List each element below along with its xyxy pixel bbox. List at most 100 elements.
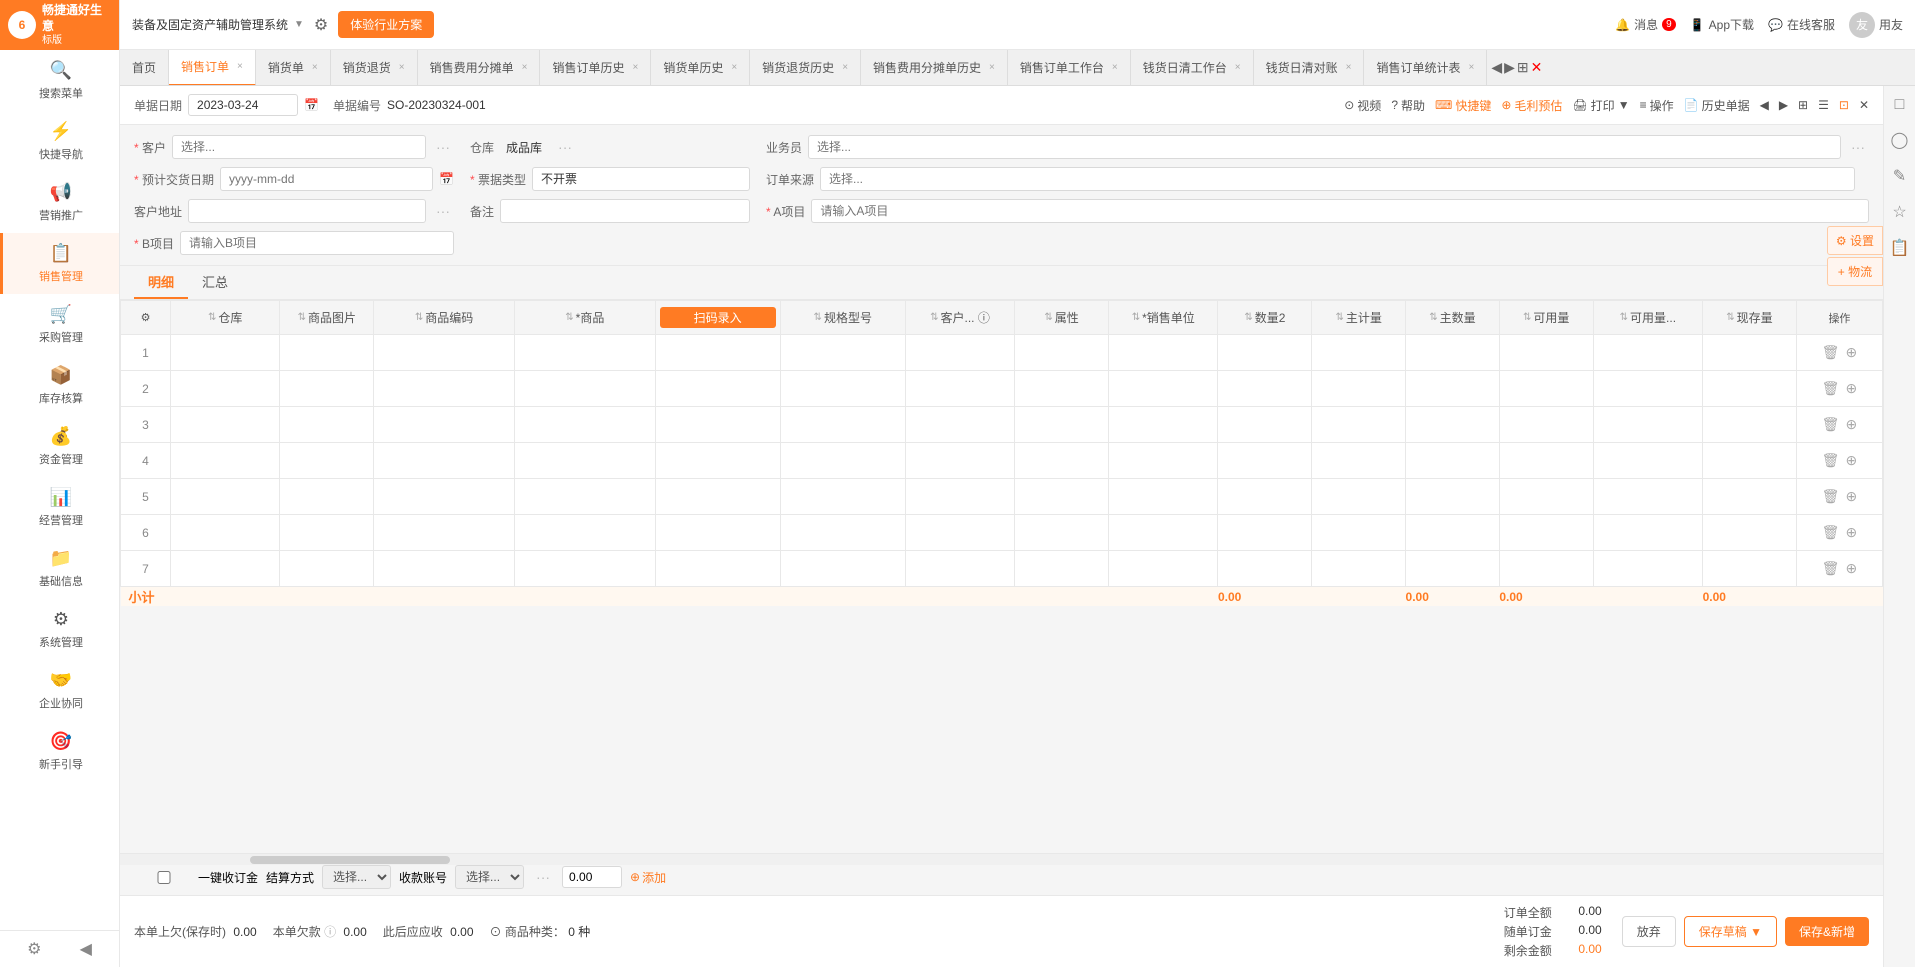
single-date-input[interactable] <box>188 94 298 116</box>
th-warehouse[interactable]: ⇅仓库 <box>171 301 280 335</box>
address-input[interactable] <box>188 199 426 223</box>
th-img[interactable]: ⇅商品图片 <box>280 301 374 335</box>
row-qty2-5[interactable] <box>1218 515 1312 551</box>
row-unit-3[interactable] <box>1109 443 1218 479</box>
settlement-select[interactable]: 选择... <box>322 865 391 889</box>
row-avail2-1[interactable] <box>1593 371 1702 407</box>
one-click-checkbox[interactable] <box>134 871 194 884</box>
row-code-3[interactable] <box>374 443 515 479</box>
staff-input[interactable] <box>808 135 1841 159</box>
customer-input[interactable] <box>172 135 426 159</box>
rs-icon-2[interactable]: ◯ <box>1887 126 1913 154</box>
row-product-1[interactable] <box>514 371 655 407</box>
row-img-5[interactable] <box>280 515 374 551</box>
warehouse-more-icon[interactable]: ··· <box>554 139 576 155</box>
rs-icon-4[interactable]: ☆ <box>1888 198 1910 226</box>
account-more-icon[interactable]: ··· <box>532 869 554 885</box>
note-input[interactable] <box>500 199 750 223</box>
row-img-2[interactable] <box>280 407 374 443</box>
row-img-6[interactable] <box>280 551 374 587</box>
row-img-4[interactable] <box>280 479 374 515</box>
row-product-5[interactable] <box>514 515 655 551</box>
th-spec[interactable]: ⇅规格型号 <box>780 301 905 335</box>
sidebar-item-7[interactable]: 📊经营管理 <box>0 477 119 538</box>
row-customer-attr-1[interactable] <box>905 371 1014 407</box>
row-avail2-5[interactable] <box>1593 515 1702 551</box>
row-avail-2[interactable] <box>1499 407 1593 443</box>
row-unit-2[interactable] <box>1109 407 1218 443</box>
row-stock-4[interactable] <box>1703 479 1797 515</box>
row-customer-attr-4[interactable] <box>905 479 1014 515</box>
row-stock-0[interactable] <box>1703 335 1797 371</box>
shortcut-action[interactable]: ⌨ 快捷键 <box>1435 97 1491 114</box>
row-copy-icon-3[interactable]: ⊕ <box>1845 452 1857 469</box>
row-code-4[interactable] <box>374 479 515 515</box>
row-main-qty-2[interactable] <box>1406 407 1500 443</box>
row-unit-6[interactable] <box>1109 551 1218 587</box>
row-code-5[interactable] <box>374 515 515 551</box>
row-code-2[interactable] <box>374 407 515 443</box>
save-draft-button[interactable]: 保存草稿 ▼ <box>1684 916 1777 947</box>
row-qty2-4[interactable] <box>1218 479 1312 515</box>
tab-4[interactable]: 销售费用分摊单× <box>418 50 541 86</box>
one-click-checkbox-label[interactable]: 一键收订金 <box>134 869 258 886</box>
tab-5[interactable]: 销售订单历史× <box>540 50 651 86</box>
scrollbar-area[interactable] <box>120 853 1883 865</box>
tab-11[interactable]: 钱货日清对账× <box>1254 50 1365 86</box>
row-barcode-6[interactable] <box>655 551 780 587</box>
tab-12[interactable]: 销售订单统计表× <box>1364 50 1487 86</box>
row-stock-6[interactable] <box>1703 551 1797 587</box>
row-customer-attr-2[interactable] <box>905 407 1014 443</box>
row-attr-0[interactable] <box>1015 335 1109 371</box>
row-main-qty-4[interactable] <box>1406 479 1500 515</box>
row-avail-3[interactable] <box>1499 443 1593 479</box>
row-product-0[interactable] <box>514 335 655 371</box>
row-avail-1[interactable] <box>1499 371 1593 407</box>
row-attr-3[interactable] <box>1015 443 1109 479</box>
row-product-6[interactable] <box>514 551 655 587</box>
nav-prev-icon[interactable]: ◀ <box>1760 98 1769 112</box>
tabbar-close-icon[interactable]: ✕ <box>1531 59 1543 76</box>
sidebar-item-4[interactable]: 🛒采购管理 <box>0 294 119 355</box>
row-main-unit-1[interactable] <box>1312 371 1406 407</box>
row-main-unit-0[interactable] <box>1312 335 1406 371</box>
row-warehouse-5[interactable] <box>171 515 280 551</box>
sidebar-settings-icon[interactable]: ⚙ <box>27 939 41 959</box>
row-warehouse-6[interactable] <box>171 551 280 587</box>
tab-close-8[interactable]: × <box>989 62 995 73</box>
row-avail-0[interactable] <box>1499 335 1593 371</box>
tab-close-1[interactable]: × <box>237 61 243 72</box>
row-unit-1[interactable] <box>1109 371 1218 407</box>
tab-close-7[interactable]: × <box>842 62 848 73</box>
tab-close-10[interactable]: × <box>1235 62 1241 73</box>
row-avail2-2[interactable] <box>1593 407 1702 443</box>
tab-0[interactable]: 首页 <box>120 50 169 86</box>
row-qty2-1[interactable] <box>1218 371 1312 407</box>
staff-more-icon[interactable]: ··· <box>1847 139 1869 155</box>
table-tab-1[interactable]: 汇总 <box>188 266 242 299</box>
row-stock-3[interactable] <box>1703 443 1797 479</box>
row-stock-1[interactable] <box>1703 371 1797 407</box>
table-wrapper[interactable]: ⚙ ⇅仓库 ⇅商品图片 ⇅商品编码 ⇅*商品 扫码录入 ⇅规格型号 ⇅客户...… <box>120 300 1883 853</box>
history-action[interactable]: 📄 历史单据 <box>1684 97 1750 114</box>
invoice-select[interactable]: 不开票 <box>532 167 750 191</box>
sidebar-collapse-icon[interactable]: ◀ <box>80 939 92 959</box>
tab-close-12[interactable]: × <box>1468 62 1474 73</box>
tab-close-3[interactable]: × <box>399 62 405 73</box>
tab-2[interactable]: 销货单× <box>256 50 331 86</box>
th-avail2[interactable]: ⇅可用量... <box>1593 301 1702 335</box>
tab-7[interactable]: 销货退货历史× <box>750 50 861 86</box>
tab-3[interactable]: 销货退货× <box>331 50 418 86</box>
tab-close-9[interactable]: × <box>1112 62 1118 73</box>
row-delete-icon-0[interactable]: 🗑 <box>1822 344 1840 361</box>
row-spec-5[interactable] <box>780 515 905 551</box>
th-code[interactable]: ⇅商品编码 <box>374 301 515 335</box>
sidebar-item-10[interactable]: 🤝企业协同 <box>0 660 119 721</box>
discard-button[interactable]: 放弃 <box>1622 916 1676 947</box>
row-warehouse-1[interactable] <box>171 371 280 407</box>
th-qty2[interactable]: ⇅数量2 <box>1218 301 1312 335</box>
address-more-icon[interactable]: ··· <box>432 203 454 219</box>
a-project-input[interactable] <box>811 199 1869 223</box>
row-customer-attr-5[interactable] <box>905 515 1014 551</box>
row-barcode-4[interactable] <box>655 479 780 515</box>
